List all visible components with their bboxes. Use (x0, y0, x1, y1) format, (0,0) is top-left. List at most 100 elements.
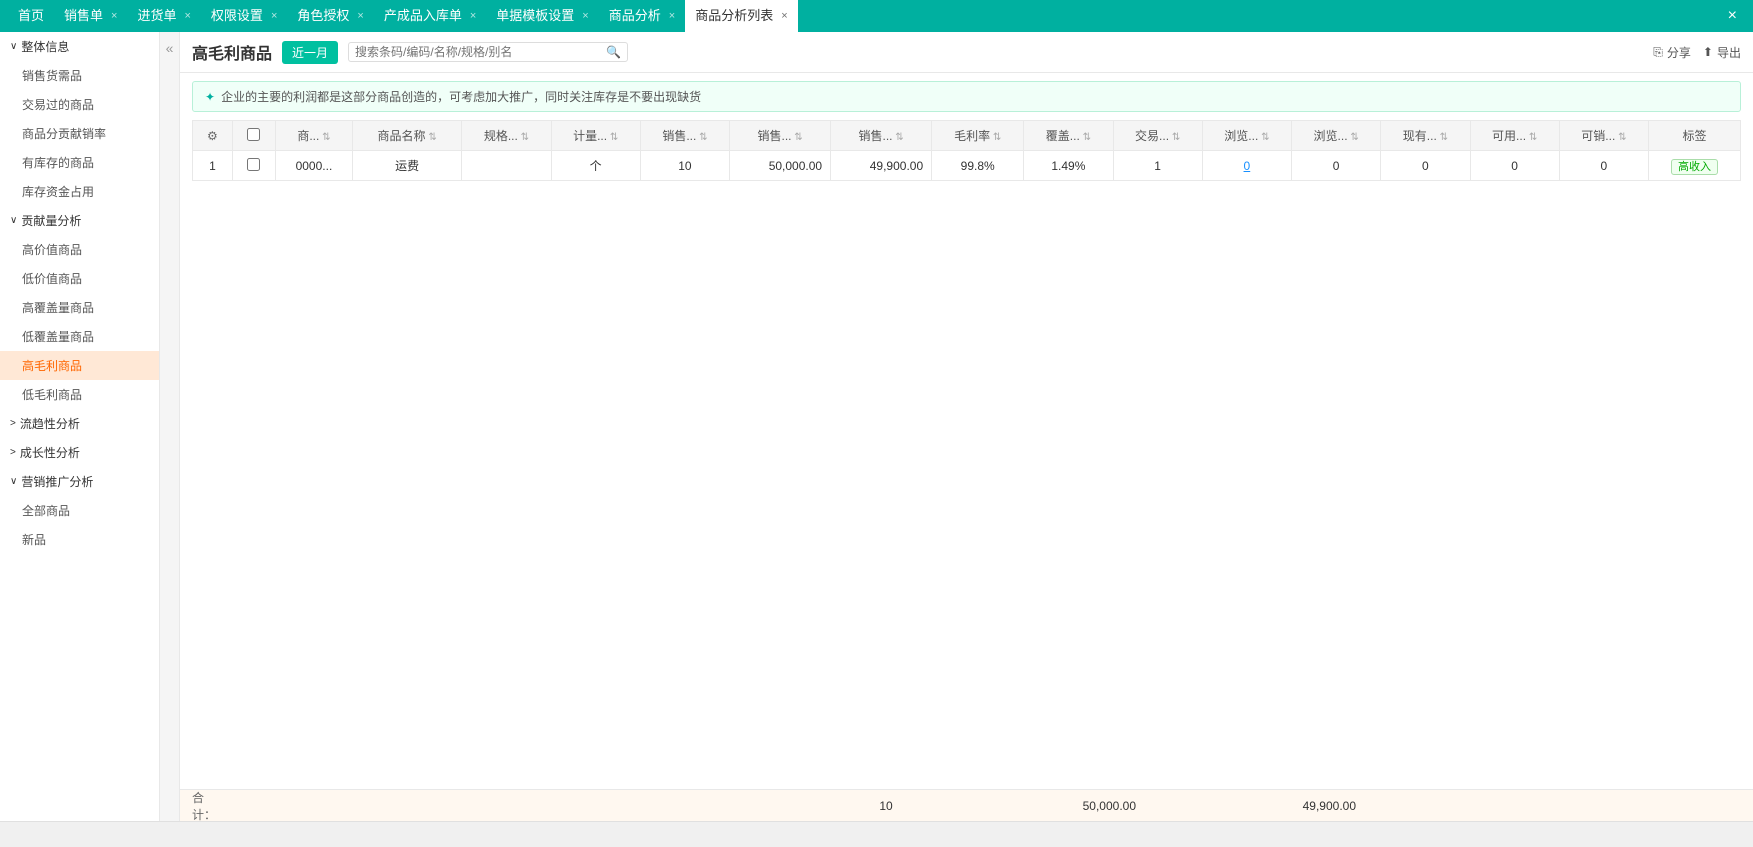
footer-spacer2 (1476, 799, 1576, 813)
select-all-checkbox[interactable] (247, 128, 260, 141)
sort-icon-sellable[interactable]: ⇅ (1615, 132, 1626, 143)
col-header-spec[interactable]: 规格... ⇅ (462, 121, 551, 151)
content-title: 高毛利商品 (192, 40, 272, 64)
col-header-sales_amount[interactable]: 销售... ⇅ (730, 121, 831, 151)
chevron-icon: ∨ (10, 215, 17, 226)
sidebar-group-整体信息[interactable]: ∨整体信息 (0, 32, 159, 61)
sidebar-item-销售货需品[interactable]: 销售货需品 (0, 61, 159, 90)
nav-item-销售单[interactable]: 销售单× (54, 0, 127, 32)
sidebar-group-流趋性分析[interactable]: >流趋性分析 (0, 409, 159, 438)
nav-item-权限设置[interactable]: 权限设置× (201, 0, 287, 32)
col-header-gross_rate[interactable]: 毛利率 ⇅ (932, 121, 1024, 151)
nav-close-btn[interactable]: × (357, 0, 363, 32)
share-btn[interactable]: ⎘ 分享 (1653, 44, 1691, 61)
sidebar-item-商品分贡献销率[interactable]: 商品分贡献销率 (0, 119, 159, 148)
col-header-view1[interactable]: 浏览... ⇅ (1202, 121, 1291, 151)
group-label: 流趋性分析 (20, 415, 80, 432)
sidebar-item-低毛利商品[interactable]: 低毛利商品 (0, 380, 159, 409)
nav-item-进货单[interactable]: 进货单× (127, 0, 200, 32)
sort-icon-view2[interactable]: ⇅ (1348, 132, 1359, 143)
search-box: 🔍 (348, 42, 628, 62)
col-header-code[interactable]: 商... ⇅ (275, 121, 352, 151)
info-icon: ✦ (205, 90, 215, 104)
table-container: ⚙商... ⇅商品名称 ⇅规格... ⇅计量... ⇅销售... ⇅销售... … (180, 120, 1753, 789)
sort-icon-sales_amount[interactable]: ⇅ (792, 132, 803, 143)
nav-close-btn[interactable]: × (470, 0, 476, 32)
col-header-trade[interactable]: 交易... ⇅ (1113, 121, 1202, 151)
cell-coverage: 1.49% (1024, 151, 1113, 181)
sidebar-item-高毛利商品[interactable]: 高毛利商品 (0, 351, 159, 380)
content-area: 高毛利商品 近一月 🔍 ⎘ 分享 ⬆ 导出 ✦ 企业的主要的利润都是这部分商品创… (180, 32, 1753, 821)
col-header-tag[interactable]: 标签 (1649, 121, 1741, 151)
col-header-sales_qty[interactable]: 销售... ⇅ (640, 121, 729, 151)
nav-item-产成品入库单[interactable]: 产成品入库单× (374, 0, 486, 32)
nav-close-btn[interactable]: × (781, 0, 787, 32)
col-header-sales_profit[interactable]: 销售... ⇅ (831, 121, 932, 151)
sidebar-item-低价值商品[interactable]: 低价值商品 (0, 264, 159, 293)
cell-link[interactable]: 0 (1244, 159, 1251, 173)
sort-icon-name[interactable]: ⇅ (426, 132, 437, 143)
col-header-sellable[interactable]: 可销... ⇅ (1559, 121, 1648, 151)
sidebar-item-全部商品[interactable]: 全部商品 (0, 496, 159, 525)
sidebar-item-高覆盖量商品[interactable]: 高覆盖量商品 (0, 293, 159, 322)
cell-checkbox[interactable] (232, 151, 275, 181)
cell-tag: 高收入 (1649, 151, 1741, 181)
filter-month-btn[interactable]: 近一月 (282, 41, 338, 64)
group-label: 整体信息 (21, 38, 69, 55)
sort-icon-unit[interactable]: ⇅ (607, 132, 618, 143)
sort-icon-coverage[interactable]: ⇅ (1080, 132, 1091, 143)
sidebar-item-交易过的商品[interactable]: 交易过的商品 (0, 90, 159, 119)
sidebar-item-库存资金占用[interactable]: 库存资金占用 (0, 177, 159, 206)
col-header-view2[interactable]: 浏览... ⇅ (1292, 121, 1381, 151)
col-header-settings[interactable]: ⚙ (193, 121, 233, 151)
sidebar-group-营销推广分析[interactable]: ∨营销推广分析 (0, 467, 159, 496)
sort-icon-trade[interactable]: ⇅ (1169, 132, 1180, 143)
export-btn[interactable]: ⬆ 导出 (1703, 44, 1741, 61)
sort-icon-code[interactable]: ⇅ (319, 132, 330, 143)
cell-unit: 个 (551, 151, 640, 181)
sort-icon-sales_qty[interactable]: ⇅ (696, 132, 707, 143)
cell-sales_qty: 10 (640, 151, 729, 181)
cell-sales_profit: 49,900.00 (831, 151, 932, 181)
nav-item-商品分析列表[interactable]: 商品分析列表× (685, 0, 797, 32)
nav-item-单据模板设置[interactable]: 单据模板设置× (486, 0, 598, 32)
sidebar-item-有库存的商品[interactable]: 有库存的商品 (0, 148, 159, 177)
export-icon: ⬆ (1703, 45, 1713, 59)
chevron-icon: > (10, 447, 16, 458)
row-checkbox[interactable] (247, 158, 260, 171)
nav-close-btn[interactable]: × (111, 0, 117, 32)
sort-icon-view1[interactable]: ⇅ (1258, 132, 1269, 143)
col-header-name[interactable]: 商品名称 ⇅ (352, 121, 461, 151)
col-header-current_stock[interactable]: 现有... ⇅ (1381, 121, 1470, 151)
sidebar-group-成长性分析[interactable]: >成长性分析 (0, 438, 159, 467)
cell-name: 运费 (352, 151, 461, 181)
nav-close-btn[interactable]: × (184, 0, 190, 32)
table-footer: 合计： 10 50,000.00 49,900.00 1 0 0 (180, 789, 1753, 821)
sidebar-item-新品[interactable]: 新品 (0, 525, 159, 554)
col-header-unit[interactable]: 计量... ⇅ (551, 121, 640, 151)
nav-item-商品分析[interactable]: 商品分析× (599, 0, 685, 32)
search-input[interactable] (355, 45, 602, 59)
col-header-coverage[interactable]: 覆盖... ⇅ (1024, 121, 1113, 151)
sidebar-item-高价值商品[interactable]: 高价值商品 (0, 235, 159, 264)
sidebar-collapse-btn[interactable]: « (160, 32, 180, 821)
sort-icon-current_stock[interactable]: ⇅ (1437, 132, 1448, 143)
col-header-checkbox[interactable] (232, 121, 275, 151)
sort-icon-available_stock[interactable]: ⇅ (1526, 132, 1537, 143)
sort-icon-sales_profit[interactable]: ⇅ (893, 132, 904, 143)
cell-sellable: 0 (1559, 151, 1648, 181)
nav-item-角色授权[interactable]: 角色授权× (287, 0, 373, 32)
nav-close-btn[interactable]: × (271, 0, 277, 32)
window-close-btn[interactable]: × (1720, 7, 1745, 25)
nav-close-btn[interactable]: × (582, 0, 588, 32)
search-icon[interactable]: 🔍 (606, 45, 621, 59)
sort-icon-spec[interactable]: ⇅ (518, 132, 529, 143)
sidebar-item-低覆盖量商品[interactable]: 低覆盖量商品 (0, 322, 159, 351)
sort-icon-gross_rate[interactable]: ⇅ (990, 132, 1001, 143)
nav-close-btn[interactable]: × (669, 0, 675, 32)
table-row: 10000...运费个1050,000.0049,900.0099.8%1.49… (193, 151, 1741, 181)
sidebar-group-贡献量分析[interactable]: ∨贡献量分析 (0, 206, 159, 235)
col-header-available_stock[interactable]: 可用... ⇅ (1470, 121, 1559, 151)
footer-values: 10 50,000.00 49,900.00 1 0 0 (256, 799, 1753, 813)
nav-item-首页[interactable]: 首页 (8, 0, 54, 32)
